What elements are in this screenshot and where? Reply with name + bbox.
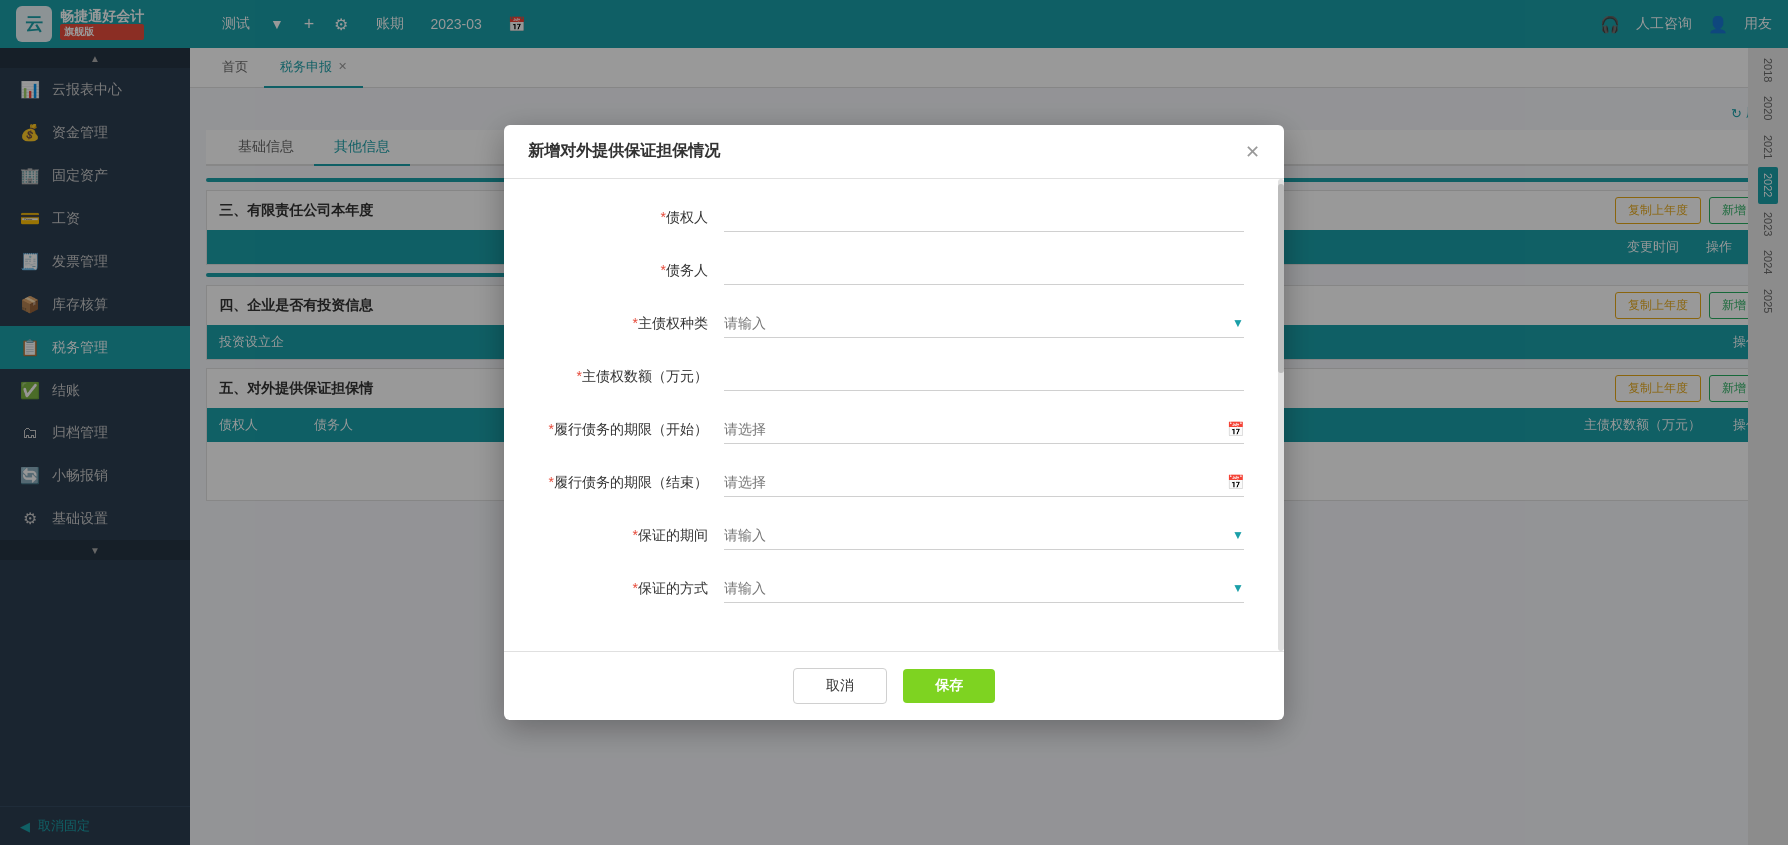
- modal-dialog: 新增对外提供保证担保情况 ✕ *债权人 *债务人: [504, 125, 1284, 720]
- creditor-input[interactable]: [724, 203, 1244, 232]
- claim-type-chevron[interactable]: ▼: [1232, 316, 1244, 330]
- guarantee-method-label: *保证的方式: [544, 580, 724, 598]
- modal-header: 新增对外提供保证担保情况 ✕: [504, 125, 1284, 179]
- claim-amount-input[interactable]: [724, 362, 1244, 391]
- period-start-input[interactable]: [724, 415, 1227, 443]
- required-star-debtor: *: [661, 262, 666, 278]
- period-start-calendar-icon[interactable]: 📅: [1227, 421, 1244, 437]
- cancel-button[interactable]: 取消: [793, 668, 887, 704]
- guarantee-period-input[interactable]: [724, 521, 1232, 549]
- period-end-label: *履行债务的期限（结束）: [544, 474, 724, 492]
- form-row-claim-amount: *主债权数额（万元）: [544, 362, 1244, 391]
- required-star-claim-type: *: [633, 315, 638, 331]
- guarantee-period-wrapper: ▼: [724, 521, 1244, 550]
- form-row-period-start: *履行债务的期限（开始） 📅: [544, 415, 1244, 444]
- modal-body: *债权人 *债务人 *主债权种类 ▼: [504, 179, 1284, 651]
- form-row-guarantee-method: *保证的方式 ▼: [544, 574, 1244, 603]
- guarantee-method-chevron[interactable]: ▼: [1232, 581, 1244, 595]
- modal-close-button[interactable]: ✕: [1245, 143, 1260, 161]
- period-end-input[interactable]: [724, 468, 1227, 496]
- claim-amount-label: *主债权数额（万元）: [544, 368, 724, 386]
- form-row-claim-type: *主债权种类 ▼: [544, 309, 1244, 338]
- form-row-creditor: *债权人: [544, 203, 1244, 232]
- form-row-debtor: *债务人: [544, 256, 1244, 285]
- period-start-label: *履行债务的期限（开始）: [544, 421, 724, 439]
- required-star-amount: *: [577, 368, 582, 384]
- required-star-period-end: *: [549, 474, 554, 490]
- claim-type-wrapper: ▼: [724, 309, 1244, 338]
- guarantee-period-label: *保证的期间: [544, 527, 724, 545]
- debtor-label: *债务人: [544, 262, 724, 280]
- required-star-guarantee-method: *: [633, 580, 638, 596]
- form-row-guarantee-period: *保证的期间 ▼: [544, 521, 1244, 550]
- guarantee-method-wrapper: ▼: [724, 574, 1244, 603]
- required-star-period-start: *: [549, 421, 554, 437]
- required-star-creditor: *: [661, 209, 666, 225]
- modal-footer: 取消 保存: [504, 651, 1284, 720]
- save-button[interactable]: 保存: [903, 669, 995, 703]
- period-end-calendar-icon[interactable]: 📅: [1227, 474, 1244, 490]
- debtor-input[interactable]: [724, 256, 1244, 285]
- period-end-wrapper: 📅: [724, 468, 1244, 497]
- claim-type-input[interactable]: [724, 309, 1232, 337]
- claim-type-label: *主债权种类: [544, 315, 724, 333]
- form-row-period-end: *履行债务的期限（结束） 📅: [544, 468, 1244, 497]
- modal-overlay: 新增对外提供保证担保情况 ✕ *债权人 *债务人: [0, 0, 1788, 845]
- period-start-wrapper: 📅: [724, 415, 1244, 444]
- modal-title: 新增对外提供保证担保情况: [528, 141, 720, 162]
- guarantee-method-input[interactable]: [724, 574, 1232, 602]
- creditor-label: *债权人: [544, 209, 724, 227]
- required-star-guarantee-period: *: [633, 527, 638, 543]
- guarantee-period-chevron[interactable]: ▼: [1232, 528, 1244, 542]
